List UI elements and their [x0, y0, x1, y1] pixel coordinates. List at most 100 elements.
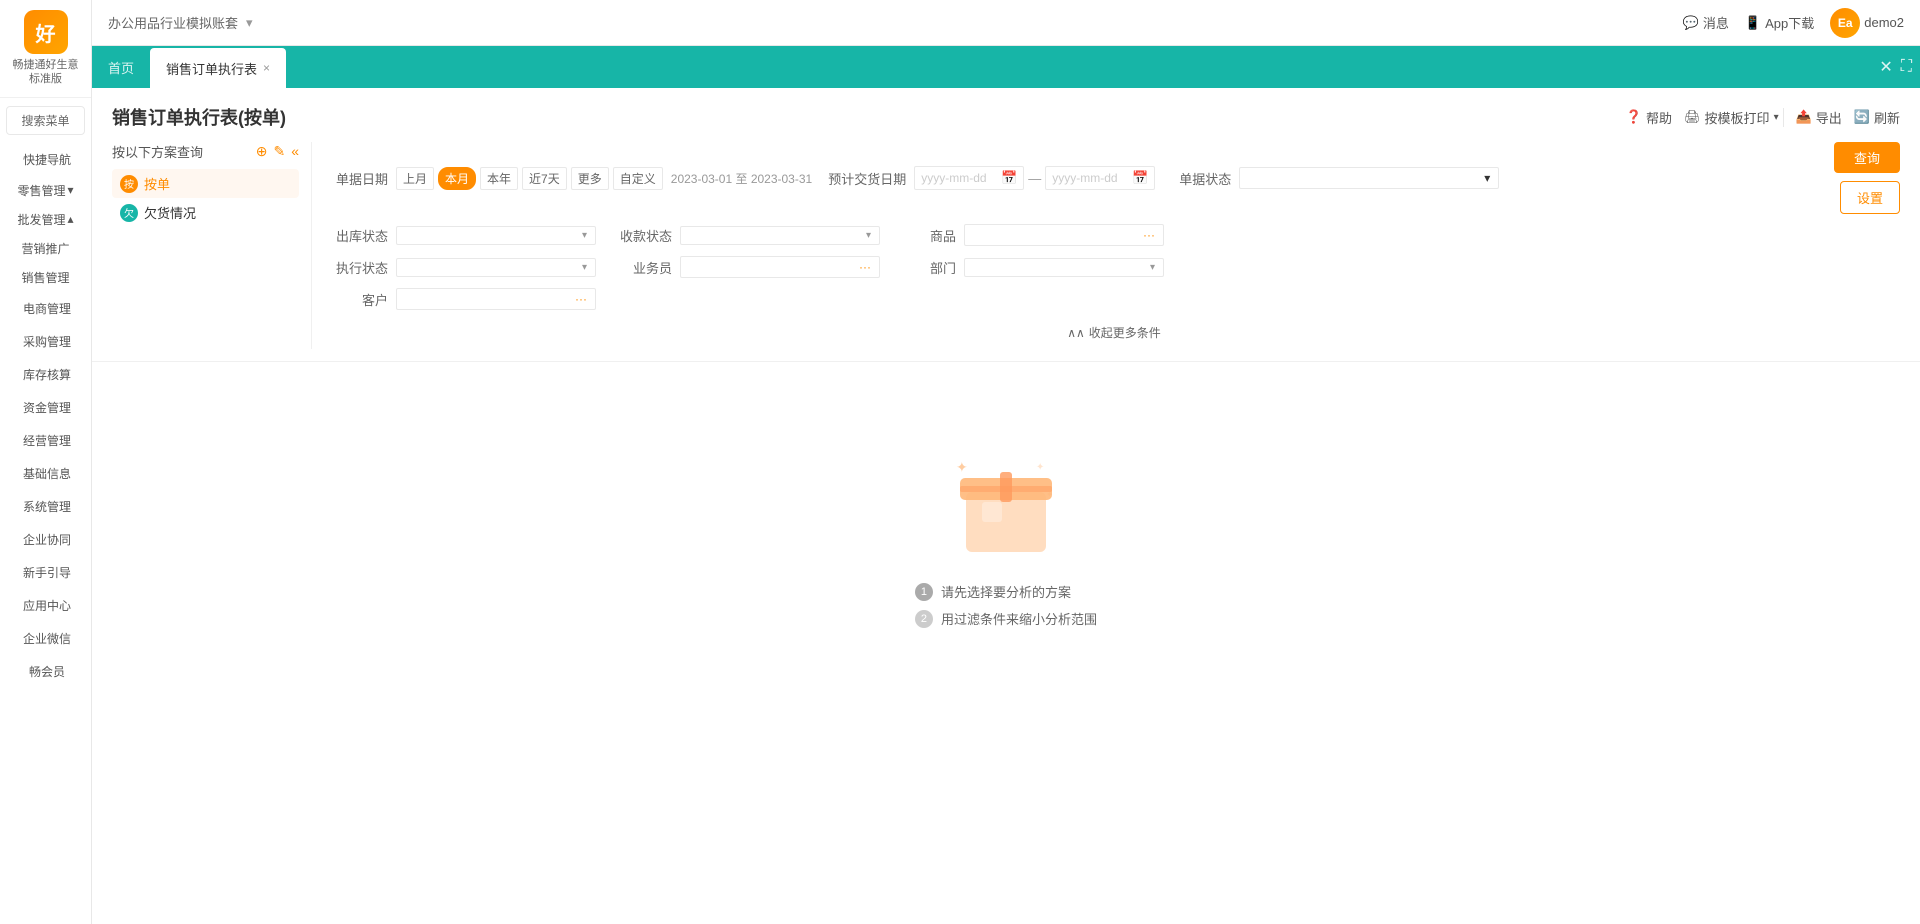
download-label: App下载 — [1765, 13, 1814, 32]
svg-text:✦: ✦ — [956, 459, 968, 475]
inventory-label: 库存核算 — [23, 368, 71, 382]
print-dropdown-arrow: ▾ — [1774, 112, 1779, 123]
collapse-button[interactable]: ∧∧ 收起更多条件 — [1067, 324, 1161, 341]
out-status-arrow: ▾ — [582, 230, 587, 241]
dept-label: 部门 — [896, 258, 956, 277]
out-status-select[interactable]: ▾ — [396, 226, 596, 245]
sidebar-item-basic[interactable]: 基础信息 — [0, 457, 91, 490]
appcenter-label: 应用中心 — [23, 599, 71, 613]
doc-status-label: 单据状态 — [1171, 169, 1231, 188]
refresh-button[interactable]: 🔄 刷新 — [1854, 108, 1900, 127]
expected-date-label: 预计交货日期 — [828, 169, 906, 188]
filter-area: 按以下方案查询 ⊕ ✎ « 按 按单 欠 欠货情况 — [92, 130, 1920, 362]
salesman-field: 业务员 ··· — [612, 256, 880, 278]
ecommerce-label: 电商管理 — [23, 302, 71, 316]
retail-arrow: ▾ — [67, 183, 73, 197]
filter-row-1: 单据日期 上月 本月 本年 近7天 更多 自定义 2023-03-01 至 20… — [328, 142, 1900, 214]
collapse-scheme-button[interactable]: « — [291, 143, 299, 160]
dept-select[interactable]: ▾ — [964, 258, 1164, 277]
scheme-item-order[interactable]: 按 按单 — [112, 169, 299, 198]
period-this-year[interactable]: 本年 — [480, 167, 518, 190]
print-template-button[interactable]: 🖨 按模板打印 ▾ — [1684, 108, 1784, 127]
receipt-status-select[interactable]: ▾ — [680, 226, 880, 245]
period-this-month[interactable]: 本月 — [438, 167, 476, 190]
sidebar-item-wechat[interactable]: 企业微信 — [0, 622, 91, 655]
exec-status-field: 执行状态 ▾ — [328, 258, 596, 277]
doc-status-arrow: ▾ — [1484, 171, 1490, 185]
vip-label: 畅会员 — [29, 665, 65, 679]
tab-close-window-button[interactable]: ✕ — [1879, 57, 1892, 77]
period-last-7-days[interactable]: 近7天 — [522, 167, 567, 190]
marketing-label: 营销推广 — [21, 242, 69, 256]
message-button[interactable]: 💬 消息 — [1683, 13, 1729, 32]
tab-expand-button[interactable]: ⛶ — [1901, 58, 1912, 76]
topbar-dropdown-arrow[interactable]: ▾ — [246, 15, 253, 31]
customer-select[interactable]: ··· — [396, 288, 596, 310]
edit-scheme-button[interactable]: ✎ — [273, 143, 285, 160]
sidebar-item-vip[interactable]: 畅会员 — [0, 655, 91, 688]
topbar-title: 办公用品行业模拟账套 — [108, 13, 238, 32]
scheme-item-backorder[interactable]: 欠 欠货情况 — [112, 198, 299, 227]
customer-field: 客户 ··· — [328, 288, 596, 310]
sidebar-item-collab[interactable]: 企业协同 — [0, 523, 91, 556]
empty-steps-list: 1 请先选择要分析的方案 2 用过滤条件来缩小分析范围 — [915, 582, 1097, 636]
export-icon: 📤 — [1796, 109, 1812, 125]
sidebar-item-operation[interactable]: 经营管理 — [0, 424, 91, 457]
step2-text: 用过滤条件来缩小分析范围 — [941, 609, 1097, 628]
tab-close-button[interactable]: × — [263, 61, 270, 75]
tab-sales-order[interactable]: 销售订单执行表 × — [150, 48, 286, 88]
message-icon: 💬 — [1683, 15, 1699, 31]
tab-sales-label: 销售订单执行表 — [166, 59, 257, 78]
logo-icon: 好 — [24, 10, 68, 54]
expected-date-start-input[interactable]: yyyy-mm-dd 📅 — [914, 166, 1024, 190]
scheme-icon-order: 按 — [120, 175, 138, 193]
receipt-status-label: 收款状态 — [612, 226, 672, 245]
sidebar-sub-sales[interactable]: 销售管理 — [0, 263, 91, 292]
sidebar-item-inventory[interactable]: 库存核算 — [0, 358, 91, 391]
sidebar-item-retail[interactable]: 零售管理 ▾ — [0, 176, 91, 205]
add-scheme-button[interactable]: ⊕ — [256, 143, 268, 160]
salesman-select[interactable]: ··· — [680, 256, 880, 278]
sidebar-item-ecommerce[interactable]: 电商管理 — [0, 292, 91, 325]
exec-status-select[interactable]: ▾ — [396, 258, 596, 277]
sidebar-item-newbie[interactable]: 新手引导 — [0, 556, 91, 589]
goods-select[interactable]: ··· — [964, 224, 1164, 246]
sidebar-sub-marketing[interactable]: 营销推广 — [0, 234, 91, 263]
print-label: 按模板打印 — [1705, 108, 1770, 127]
sidebar-item-wholesale[interactable]: 批发管理 ▴ — [0, 205, 91, 234]
action-buttons: 查询 设置 — [1834, 142, 1900, 214]
sidebar-item-purchase[interactable]: 采购管理 — [0, 325, 91, 358]
help-label: 帮助 — [1646, 108, 1672, 127]
settings-button[interactable]: 设置 — [1840, 181, 1900, 214]
app-download-button[interactable]: 📱 App下载 — [1745, 13, 1814, 32]
collapse-up-icon: ∧∧ — [1067, 326, 1085, 340]
sidebar-item-shortcut[interactable]: 快捷导航 — [0, 143, 91, 176]
tab-home[interactable]: 首页 — [92, 46, 150, 88]
filter-row-4: 客户 ··· — [328, 288, 1900, 310]
search-menu-button[interactable]: 搜索菜单 — [6, 106, 85, 135]
user-profile[interactable]: Ea demo2 — [1830, 8, 1904, 38]
refresh-icon: 🔄 — [1854, 109, 1870, 125]
print-icon: 🖨 — [1684, 109, 1701, 125]
step2-num: 2 — [915, 610, 933, 628]
empty-step-2: 2 用过滤条件来缩小分析范围 — [915, 609, 1097, 628]
sales-label: 销售管理 — [21, 271, 69, 285]
sidebar-item-finance[interactable]: 资金管理 — [0, 391, 91, 424]
sidebar-item-system[interactable]: 系统管理 — [0, 490, 91, 523]
doc-status-select[interactable]: ▾ — [1239, 167, 1499, 189]
period-last-month[interactable]: 上月 — [396, 167, 434, 190]
sidebar-logo: 好 畅捷通好生意 标准版 — [0, 0, 91, 98]
query-button[interactable]: 查询 — [1834, 142, 1900, 173]
wholesale-arrow: ▴ — [67, 212, 73, 226]
refresh-label: 刷新 — [1874, 108, 1900, 127]
expected-date-end-input[interactable]: yyyy-mm-dd 📅 — [1045, 166, 1155, 190]
export-button[interactable]: 📤 导出 — [1796, 108, 1842, 127]
date-period-buttons: 上月 本月 本年 近7天 更多 自定义 — [396, 167, 663, 190]
sidebar-item-appcenter[interactable]: 应用中心 — [0, 589, 91, 622]
dept-arrow: ▾ — [1150, 262, 1155, 273]
period-more[interactable]: 更多 — [571, 167, 609, 190]
goods-field: 商品 ··· — [896, 224, 1164, 246]
topbar-right: 💬 消息 📱 App下载 Ea demo2 — [1683, 8, 1904, 38]
period-custom[interactable]: 自定义 — [613, 167, 663, 190]
help-button[interactable]: ❓ 帮助 — [1626, 108, 1672, 127]
